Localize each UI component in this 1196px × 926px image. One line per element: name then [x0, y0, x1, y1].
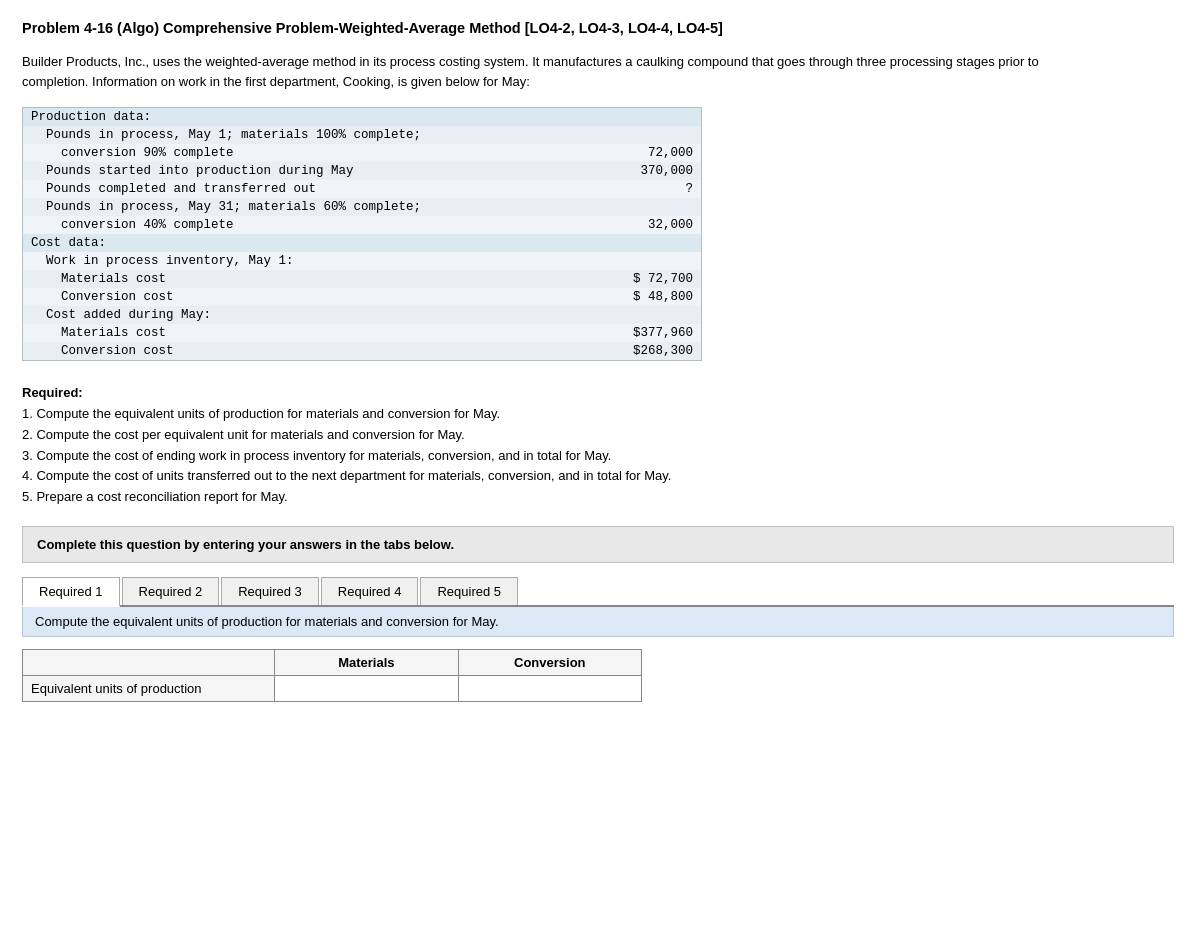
required-label: Required:: [22, 385, 83, 400]
production-row-label: Cost data:: [23, 234, 562, 252]
conversion-input-cell[interactable]: [458, 676, 641, 702]
required-item-4: 4. Compute the cost of units transferred…: [22, 466, 1174, 487]
complete-box: Complete this question by entering your …: [22, 526, 1174, 563]
production-row: Conversion cost$ 48,800: [23, 288, 702, 306]
production-row: Cost added during May:: [23, 306, 702, 324]
production-row: Materials cost$377,960: [23, 324, 702, 342]
production-data-table: Production data: Pounds in process, May …: [22, 107, 702, 361]
production-row-label: conversion 90% complete: [23, 144, 562, 162]
production-row-value: 72,000: [561, 144, 701, 162]
production-row: Production data:: [23, 108, 702, 127]
tab-required-5[interactable]: Required 5: [420, 577, 518, 605]
production-row-label: Pounds in process, May 31; materials 60%…: [23, 198, 562, 216]
production-row: Conversion cost$268,300: [23, 342, 702, 361]
production-row-value: $ 72,700: [561, 270, 701, 288]
production-row-value: $377,960: [561, 324, 701, 342]
production-row: Pounds in process, May 1; materials 100%…: [23, 126, 702, 144]
production-row-label: Work in process inventory, May 1:: [23, 252, 562, 270]
production-row: Pounds in process, May 31; materials 60%…: [23, 198, 702, 216]
problem-title: Problem 4-16 (Algo) Comprehensive Proble…: [22, 18, 1174, 38]
answer-table-row: Equivalent units of production: [23, 676, 642, 702]
required-item-2: 2. Compute the cost per equivalent unit …: [22, 425, 1174, 446]
production-row-value: $268,300: [561, 342, 701, 361]
production-row: Pounds completed and transferred out?: [23, 180, 702, 198]
production-row-value: $ 48,800: [561, 288, 701, 306]
answer-col-header-1: Materials: [275, 650, 458, 676]
production-row-value: [561, 234, 701, 252]
production-row-label: Cost added during May:: [23, 306, 562, 324]
answer-row-label: Equivalent units of production: [23, 676, 275, 702]
production-row-label: Production data:: [23, 108, 562, 127]
production-row: conversion 40% complete32,000: [23, 216, 702, 234]
production-row-value: ?: [561, 180, 701, 198]
production-row: Materials cost$ 72,700: [23, 270, 702, 288]
production-row: Pounds started into production during Ma…: [23, 162, 702, 180]
production-row-label: Materials cost: [23, 270, 562, 288]
required-item-1: 1. Compute the equivalent units of produ…: [22, 404, 1174, 425]
required-item-3: 3. Compute the cost of ending work in pr…: [22, 446, 1174, 467]
answer-table-wrap: MaterialsConversion Equivalent units of …: [22, 649, 1174, 702]
production-row-label: conversion 40% complete: [23, 216, 562, 234]
required-item-5: 5. Prepare a cost reconciliation report …: [22, 487, 1174, 508]
tab-required-1[interactable]: Required 1: [22, 577, 120, 607]
production-row-value: [561, 126, 701, 144]
production-row-value: [561, 198, 701, 216]
conversion-input[interactable]: [467, 681, 633, 696]
answer-table: MaterialsConversion Equivalent units of …: [22, 649, 642, 702]
tabs-container: Required 1Required 2Required 3Required 4…: [22, 577, 1174, 607]
production-row-label: Pounds in process, May 1; materials 100%…: [23, 126, 562, 144]
production-row-label: Conversion cost: [23, 342, 562, 361]
tab-description: Compute the equivalent units of producti…: [22, 607, 1174, 637]
production-row: Cost data:: [23, 234, 702, 252]
materials-input[interactable]: [283, 681, 449, 696]
tab-required-2[interactable]: Required 2: [122, 577, 220, 605]
complete-box-text: Complete this question by entering your …: [37, 537, 454, 552]
production-row-value: 370,000: [561, 162, 701, 180]
production-row-value: [561, 306, 701, 324]
production-row-label: Pounds completed and transferred out: [23, 180, 562, 198]
required-section: Required: 1. Compute the equivalent unit…: [22, 383, 1174, 508]
answer-col-header-2: Conversion: [458, 650, 641, 676]
production-row-value: [561, 252, 701, 270]
production-row-label: Materials cost: [23, 324, 562, 342]
production-row-label: Pounds started into production during Ma…: [23, 162, 562, 180]
production-row-label: Conversion cost: [23, 288, 562, 306]
tab-required-4[interactable]: Required 4: [321, 577, 419, 605]
production-row-value: 32,000: [561, 216, 701, 234]
intro-text: Builder Products, Inc., uses the weighte…: [22, 52, 1072, 91]
answer-col-header-0: [23, 650, 275, 676]
production-row: conversion 90% complete72,000: [23, 144, 702, 162]
materials-input-cell[interactable]: [275, 676, 458, 702]
tab-required-3[interactable]: Required 3: [221, 577, 319, 605]
production-row-value: [561, 108, 701, 127]
production-row: Work in process inventory, May 1:: [23, 252, 702, 270]
